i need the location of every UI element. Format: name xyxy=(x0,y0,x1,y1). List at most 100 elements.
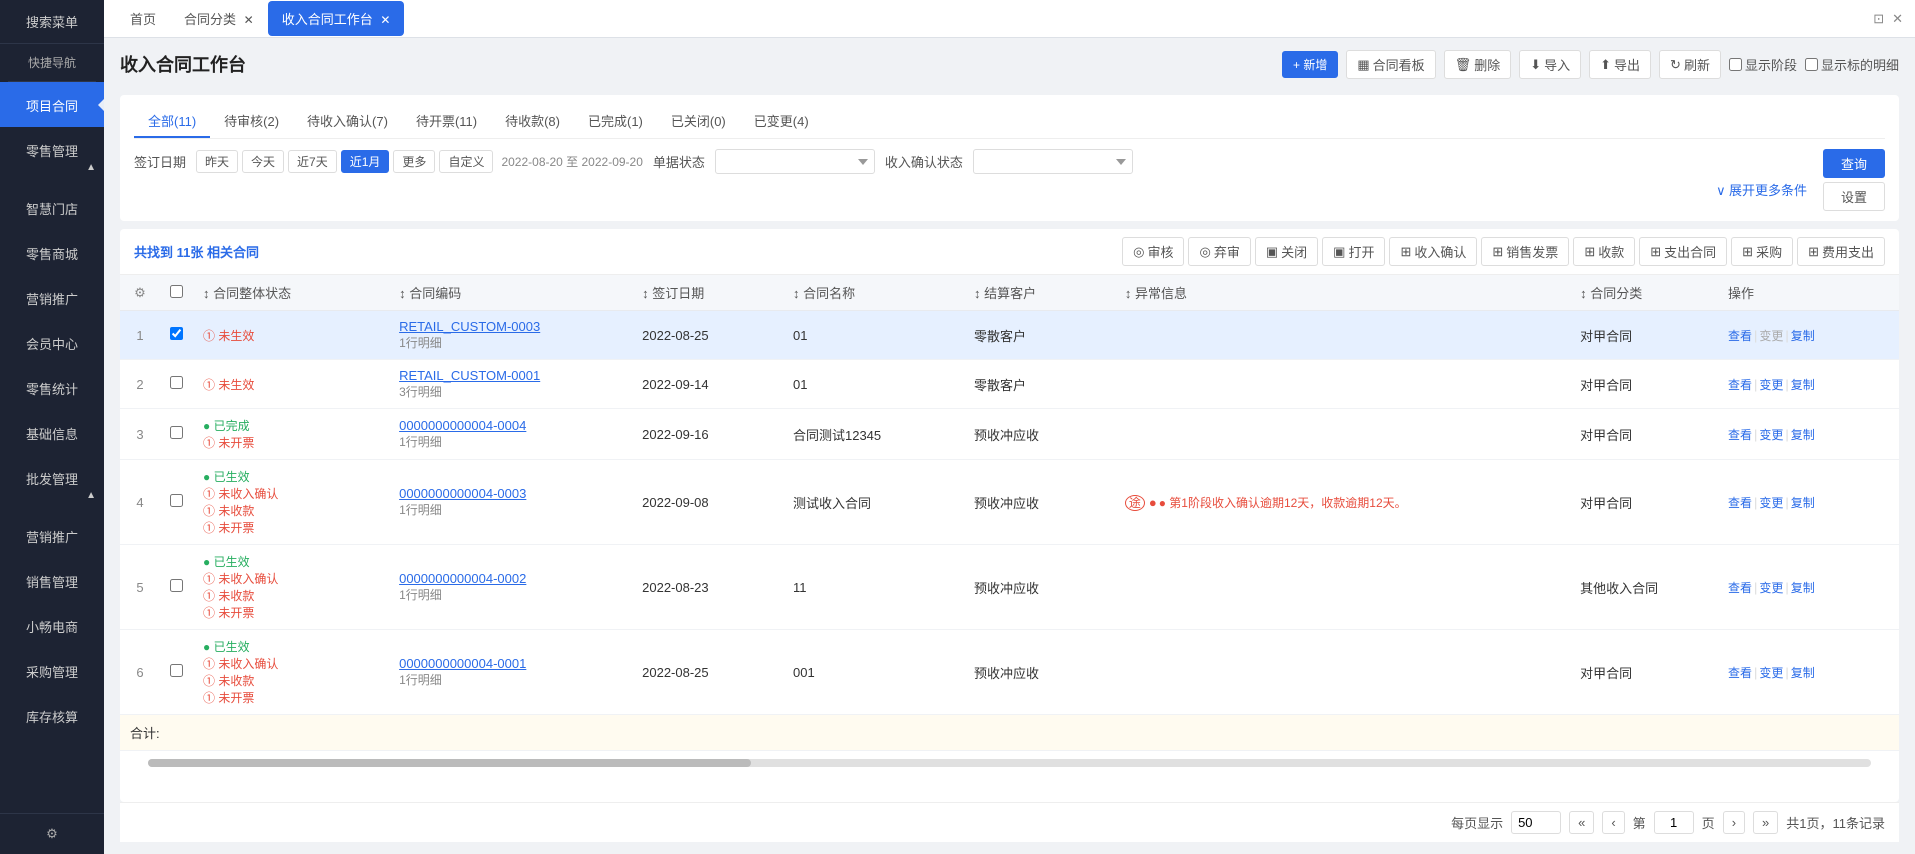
sidebar-item-inventory[interactable]: 库存核算 xyxy=(0,693,104,738)
action-review[interactable]: ◎ 审核 xyxy=(1122,237,1184,266)
import-button[interactable]: ⬇ 导入 xyxy=(1519,50,1581,79)
date-btn-today[interactable]: 今天 xyxy=(242,150,284,173)
filter-tab-closed[interactable]: 已关闭(0) xyxy=(657,105,740,138)
contract-code-link[interactable]: 0000000000004-0004 xyxy=(399,418,526,433)
date-btn-custom[interactable]: 自定义 xyxy=(439,150,493,173)
col-header-status[interactable]: ↕ 合同整体状态 xyxy=(193,275,389,311)
date-btn-1month[interactable]: 近1月 xyxy=(341,150,390,173)
action-view[interactable]: 查看 xyxy=(1728,666,1752,680)
prev-page-button[interactable]: ‹ xyxy=(1602,811,1624,834)
add-button[interactable]: + 新增 xyxy=(1282,51,1338,78)
contract-code-link[interactable]: RETAIL_CUSTOM-0003 xyxy=(399,319,540,334)
expand-more-conditions[interactable]: ∨ 展开更多条件 xyxy=(1716,180,1807,199)
window-restore-icon[interactable]: ⊡ xyxy=(1873,11,1884,27)
sidebar-item-member-center[interactable]: 会员中心 xyxy=(0,320,104,365)
show-mark-checkbox[interactable] xyxy=(1805,58,1818,71)
show-stage-checkbox[interactable] xyxy=(1729,58,1742,71)
contract-code-link[interactable]: 0000000000004-0002 xyxy=(399,571,526,586)
sidebar-item-basic-info[interactable]: 基础信息 xyxy=(0,410,104,455)
contract-code-link[interactable]: RETAIL_CUSTOM-0001 xyxy=(399,368,540,383)
action-change[interactable]: 变更 xyxy=(1759,581,1783,595)
action-change[interactable]: 变更 xyxy=(1759,496,1783,510)
action-collection[interactable]: ⊞ 收款 xyxy=(1573,237,1635,266)
row-checkbox[interactable] xyxy=(170,579,183,592)
row-checkbox[interactable] xyxy=(170,664,183,677)
date-btn-yesterday[interactable]: 昨天 xyxy=(196,150,238,173)
row-checkbox[interactable] xyxy=(170,494,183,507)
action-view[interactable]: 查看 xyxy=(1728,496,1752,510)
delete-button[interactable]: 🗑 删除 xyxy=(1444,50,1512,79)
contract-code-link[interactable]: 0000000000004-0003 xyxy=(399,486,526,501)
scrollbar-thumb[interactable] xyxy=(148,759,751,767)
action-view[interactable]: 查看 xyxy=(1728,581,1752,595)
action-close[interactable]: ▣ 关闭 xyxy=(1255,237,1318,266)
action-sales-invoice[interactable]: ⊞ 销售发票 xyxy=(1481,237,1569,266)
col-header-name[interactable]: ↕ 合同名称 xyxy=(783,275,964,311)
sidebar-item-marketing2[interactable]: 营销推广 xyxy=(0,513,104,558)
filter-tab-all[interactable]: 全部(11) xyxy=(134,105,210,138)
kanban-button[interactable]: ▦ 合同看板 xyxy=(1346,50,1435,79)
last-page-button[interactable]: » xyxy=(1753,811,1778,834)
row-checkbox[interactable] xyxy=(170,426,183,439)
sidebar-quick-nav[interactable]: 快捷导航 xyxy=(0,44,104,81)
tab-income-contract-close[interactable]: ✕ xyxy=(380,13,390,27)
doc-status-select[interactable] xyxy=(715,149,875,174)
sidebar-item-retail-mall[interactable]: 零售商城 xyxy=(0,230,104,275)
row-checkbox[interactable] xyxy=(170,376,183,389)
tab-home[interactable]: 首页 xyxy=(116,1,170,36)
sidebar-settings[interactable]: ⚙ xyxy=(0,813,104,854)
filter-tab-pending-collection[interactable]: 待收款(8) xyxy=(491,105,574,138)
horizontal-scrollbar[interactable] xyxy=(148,759,1871,767)
row-checkbox[interactable] xyxy=(170,327,183,340)
date-btn-7days[interactable]: 近7天 xyxy=(288,150,337,173)
sidebar-item-ecommerce[interactable]: 小畅电商 xyxy=(0,603,104,648)
sidebar-item-retail-mgmt[interactable]: 零售管理 ▲ xyxy=(0,127,104,185)
col-header-category[interactable]: ↕ 合同分类 xyxy=(1570,275,1718,311)
action-change[interactable]: 变更 xyxy=(1759,428,1783,442)
tab-income-contract[interactable]: 收入合同工作台 ✕ xyxy=(268,1,405,36)
contract-code-link[interactable]: 0000000000004-0001 xyxy=(399,656,526,671)
first-page-button[interactable]: « xyxy=(1569,811,1594,834)
query-button[interactable]: 查询 xyxy=(1823,149,1885,178)
confirm-status-select[interactable] xyxy=(973,149,1133,174)
action-copy[interactable]: 复制 xyxy=(1791,428,1815,442)
action-copy[interactable]: 复制 xyxy=(1791,581,1815,595)
action-change[interactable]: 变更 xyxy=(1759,378,1783,392)
action-expense-contract[interactable]: ⊞ 支出合同 xyxy=(1639,237,1727,266)
action-copy[interactable]: 复制 xyxy=(1791,496,1815,510)
filter-tab-pending-confirm[interactable]: 待收入确认(7) xyxy=(293,105,402,138)
col-header-abnormal[interactable]: ↕ 异常信息 xyxy=(1115,275,1570,311)
filter-tab-pending-review[interactable]: 待审核(2) xyxy=(210,105,293,138)
show-stage-option[interactable]: 显示阶段 xyxy=(1729,55,1797,74)
refresh-button[interactable]: ↻ 刷新 xyxy=(1659,50,1721,79)
filter-tab-completed[interactable]: 已完成(1) xyxy=(574,105,657,138)
date-btn-more[interactable]: 更多 xyxy=(393,150,435,173)
col-header-customer[interactable]: ↕ 结算客户 xyxy=(964,275,1115,311)
action-abandon-review[interactable]: ◎ 弃审 xyxy=(1188,237,1250,266)
page-size-select[interactable]: 50 100 200 xyxy=(1511,811,1561,834)
action-copy[interactable]: 复制 xyxy=(1791,378,1815,392)
sidebar-item-smart-store[interactable]: 智慧门店 xyxy=(0,185,104,230)
sidebar-item-wholesale-mgmt[interactable]: 批发管理 ▲ xyxy=(0,455,104,513)
action-view[interactable]: 查看 xyxy=(1728,329,1752,343)
next-page-button[interactable]: › xyxy=(1723,811,1745,834)
page-number-input[interactable] xyxy=(1654,811,1694,834)
sidebar-item-project-contract[interactable]: 项目合同 xyxy=(0,82,104,127)
action-income-confirm[interactable]: ⊞ 收入确认 xyxy=(1389,237,1477,266)
sidebar-item-purchase-mgmt[interactable]: 采购管理 xyxy=(0,648,104,693)
sidebar-search[interactable]: 搜索菜单 xyxy=(0,0,104,44)
set-button[interactable]: 设置 xyxy=(1823,182,1885,211)
export-button[interactable]: ⬆ 导出 xyxy=(1589,50,1651,79)
show-mark-option[interactable]: 显示标的明细 xyxy=(1805,55,1899,74)
col-header-code[interactable]: ↕ 合同编码 xyxy=(389,275,632,311)
action-copy[interactable]: 复制 xyxy=(1791,666,1815,680)
filter-tab-changed[interactable]: 已变更(4) xyxy=(740,105,823,138)
tab-contract-category[interactable]: 合同分类 ✕ xyxy=(170,1,268,36)
action-copy[interactable]: 复制 xyxy=(1791,329,1815,343)
action-change[interactable]: 变更 xyxy=(1759,666,1783,680)
action-open[interactable]: ▣ 打开 xyxy=(1322,237,1385,266)
action-purchase[interactable]: ⊞ 采购 xyxy=(1731,237,1793,266)
filter-tab-pending-invoice[interactable]: 待开票(11) xyxy=(402,105,491,138)
sidebar-item-sales-mgmt[interactable]: 销售管理 xyxy=(0,558,104,603)
col-header-date[interactable]: ↕ 签订日期 xyxy=(632,275,783,311)
